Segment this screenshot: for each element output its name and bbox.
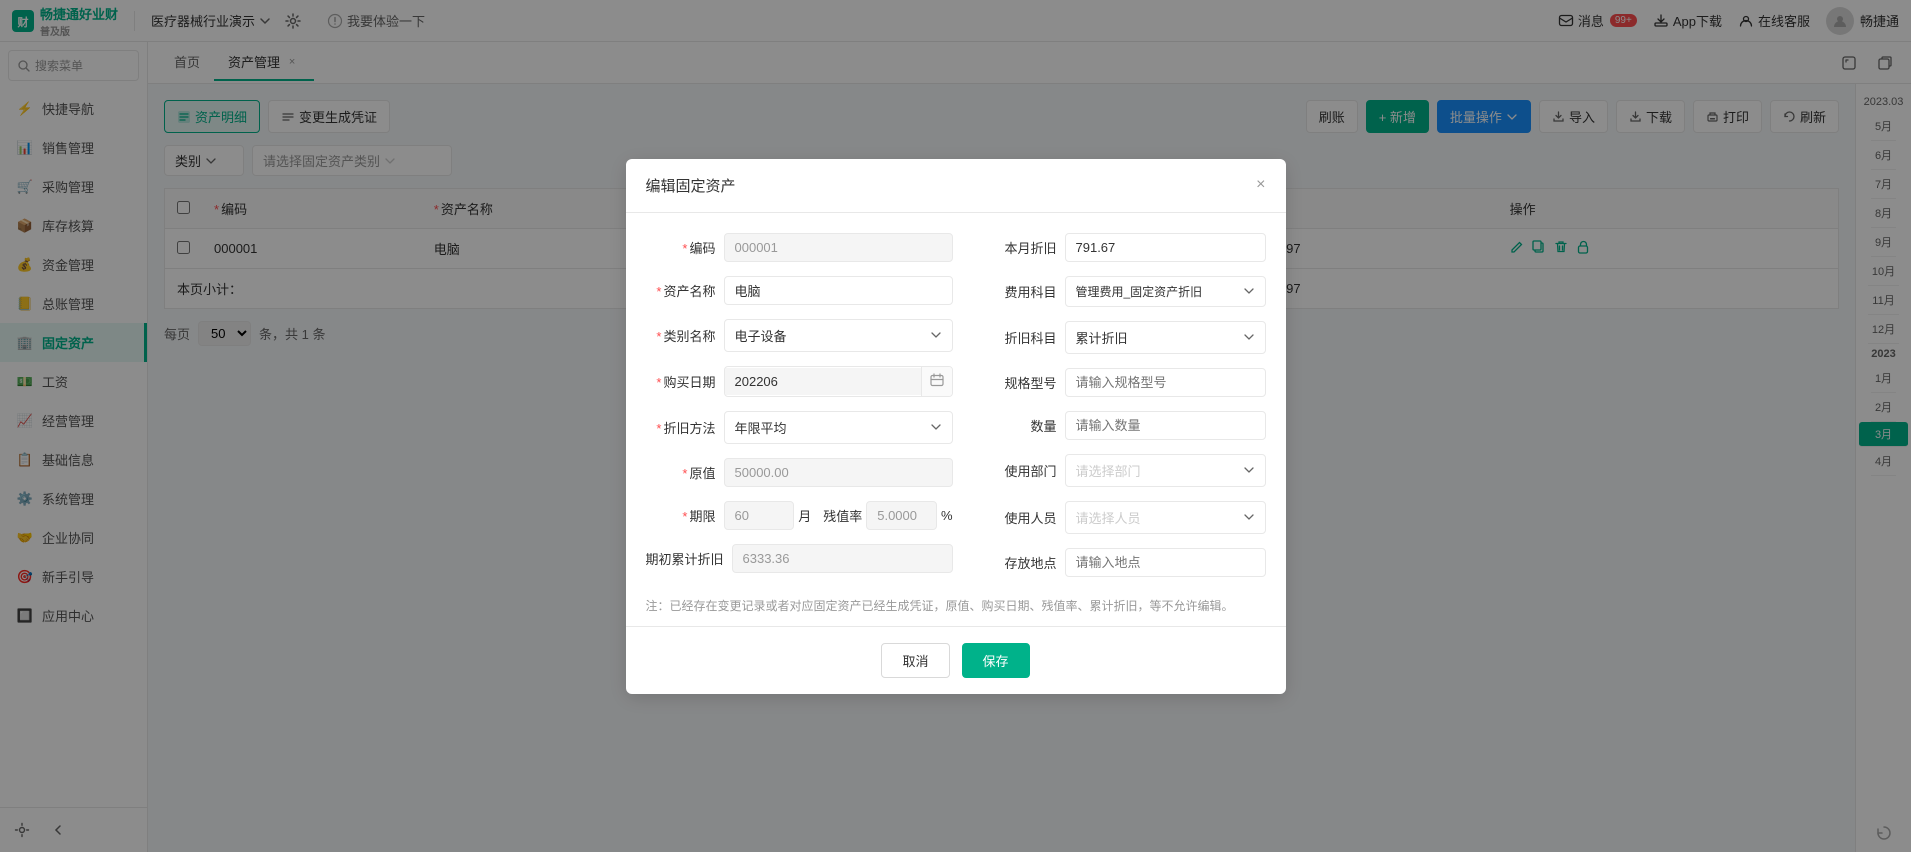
- quantity-input[interactable]: [1065, 411, 1266, 440]
- depreciation-method-select[interactable]: 年限平均: [724, 411, 953, 444]
- location-label: 存放地点: [977, 553, 1057, 572]
- modal-overlay: 编辑固定资产 × *编码 *资产名称: [0, 0, 1911, 852]
- monthly-depreciation-label: 本月折旧: [977, 238, 1057, 257]
- modal-header: 编辑固定资产 ×: [626, 159, 1286, 213]
- residual-rate-label: 残值率: [823, 506, 862, 525]
- expense-subject-select[interactable]: 管理费用_固定资产折旧: [1065, 276, 1266, 307]
- cancel-button[interactable]: 取消: [881, 643, 949, 678]
- code-input[interactable]: [724, 233, 953, 262]
- purchase-date-input[interactable]: [724, 366, 953, 397]
- depreciation-subject-value: 累计折旧: [1076, 328, 1128, 347]
- expense-subject-value: 管理费用_固定资产折旧: [1076, 283, 1203, 300]
- category-label: *类别名称: [646, 326, 716, 345]
- note-text: 注：已经存在变更记录或者对应固定资产已经生成凭证，原值、购买日期、残值率、累计折…: [646, 599, 1234, 613]
- calendar-icon[interactable]: [921, 367, 952, 396]
- location-input[interactable]: [1065, 548, 1266, 577]
- user-select[interactable]: 请选择人员: [1065, 501, 1266, 534]
- modal-body: *编码 *资产名称 *类别名称 电子设备: [626, 213, 1286, 597]
- quantity-label: 数量: [977, 416, 1057, 435]
- original-value-input[interactable]: [724, 458, 953, 487]
- code-label: *编码: [646, 238, 716, 257]
- expense-subject-label: 费用科目: [977, 282, 1057, 301]
- residual-rate-unit: %: [941, 508, 953, 523]
- department-label: 使用部门: [977, 461, 1057, 480]
- modal-note: 注：已经存在变更记录或者对应固定资产已经生成凭证，原值、购买日期、残值率、累计折…: [626, 597, 1286, 626]
- category-select[interactable]: 电子设备: [724, 319, 953, 352]
- asset-name-label: *资产名称: [646, 281, 716, 300]
- depreciation-method-label: *折旧方法: [646, 418, 716, 437]
- spec-label: 规格型号: [977, 373, 1057, 392]
- department-select[interactable]: 请选择部门: [1065, 454, 1266, 487]
- period-label: *期限: [646, 506, 716, 525]
- department-placeholder: 请选择部门: [1076, 461, 1141, 480]
- user-placeholder: 请选择人员: [1076, 508, 1141, 527]
- initial-depreciation-label: 期初累计折旧: [646, 549, 724, 568]
- depreciation-method-value: 年限平均: [735, 418, 787, 437]
- initial-depreciation-input[interactable]: [732, 544, 953, 573]
- modal-footer: 取消 保存: [626, 626, 1286, 694]
- depreciation-subject-select[interactable]: 累计折旧: [1065, 321, 1266, 354]
- modal-title: 编辑固定资产: [646, 175, 736, 196]
- save-button[interactable]: 保存: [962, 643, 1030, 678]
- spec-input[interactable]: [1065, 368, 1266, 397]
- user-label: 使用人员: [977, 508, 1057, 527]
- period-unit: 月: [798, 506, 811, 525]
- monthly-depreciation-input: [1065, 233, 1266, 262]
- purchase-date-label: *购买日期: [646, 372, 716, 391]
- period-input[interactable]: [724, 501, 795, 530]
- asset-name-input[interactable]: [724, 276, 953, 305]
- category-value: 电子设备: [735, 326, 787, 345]
- residual-rate-input[interactable]: [866, 501, 937, 530]
- modal-close-button[interactable]: ×: [1256, 176, 1265, 194]
- original-value-label: *原值: [646, 463, 716, 482]
- edit-asset-modal: 编辑固定资产 × *编码 *资产名称: [626, 159, 1286, 694]
- depreciation-subject-label: 折旧科目: [977, 328, 1057, 347]
